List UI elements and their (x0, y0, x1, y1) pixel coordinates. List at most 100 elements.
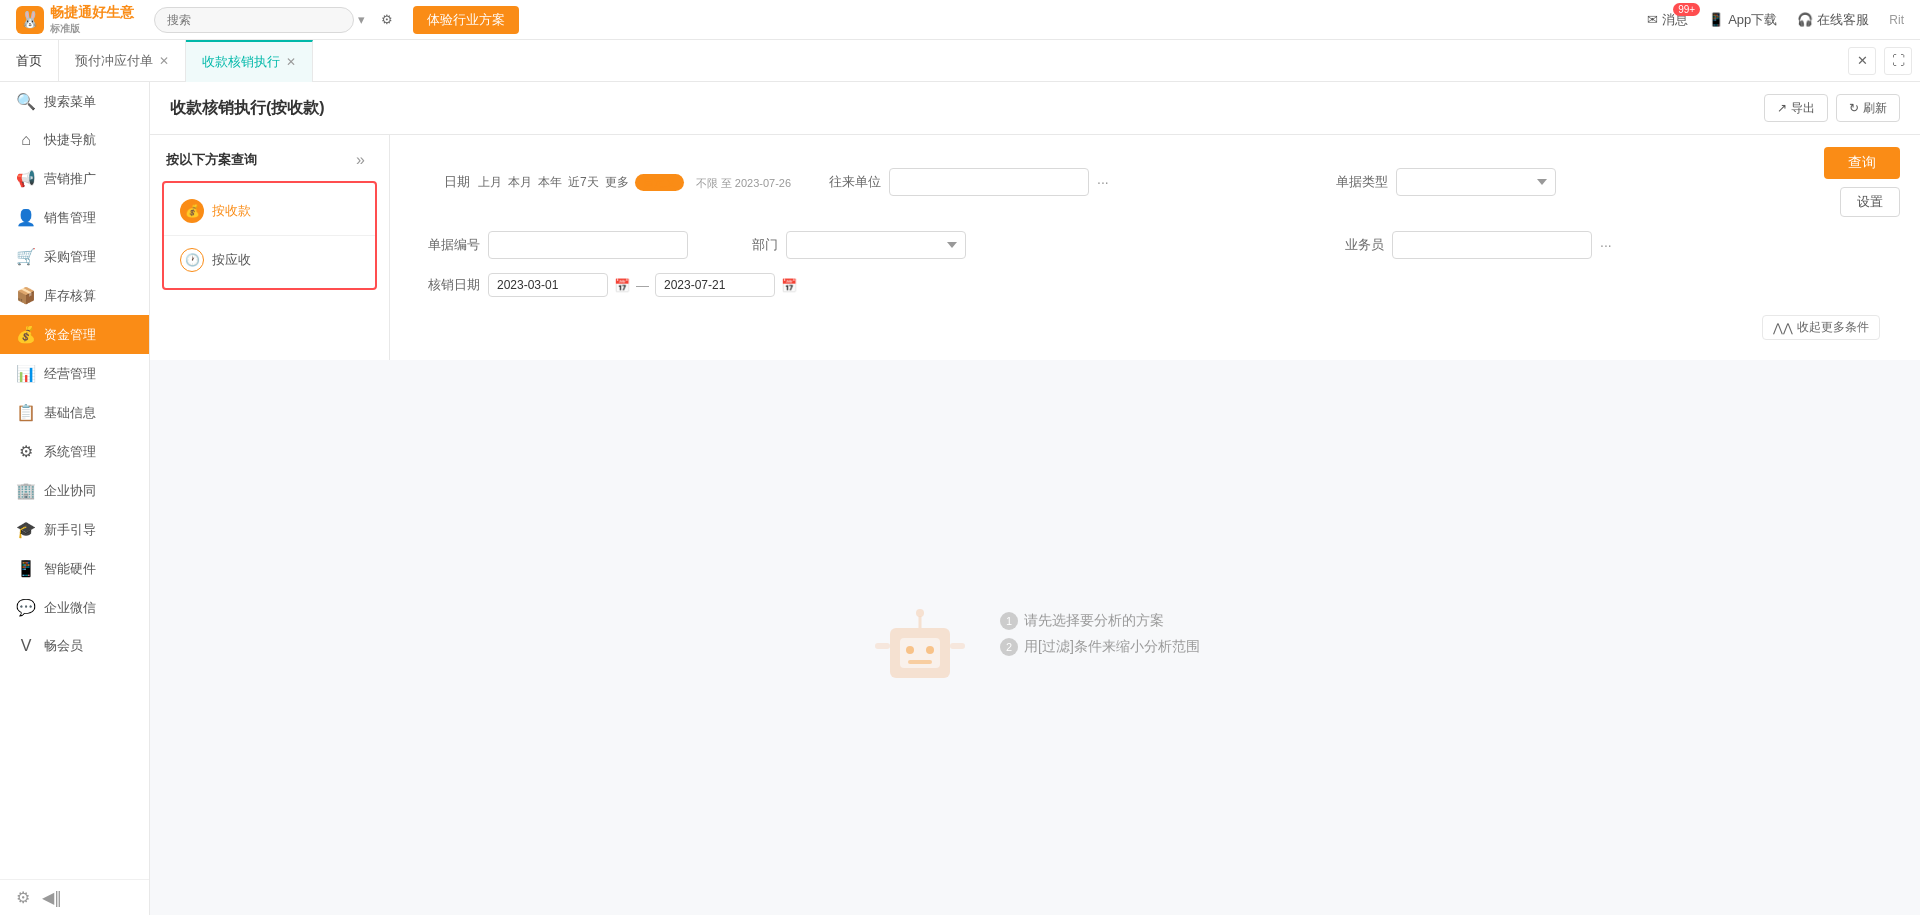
sidebar-label: 企业协同 (44, 482, 96, 500)
tab-home-label: 首页 (16, 52, 42, 70)
sidebar-collapse-icon[interactable]: ◀‖ (42, 888, 62, 907)
filter-area: 按以下方案查询 » 💰 按收款 🕐 按应收 (150, 135, 1920, 360)
vip-icon: V (16, 637, 36, 655)
department-select[interactable] (786, 231, 966, 259)
sidebar-item-enterprise[interactable]: 🏢 企业协同 (0, 471, 149, 510)
sidebar-label: 搜索菜单 (44, 93, 96, 111)
sidebar-item-basic-info[interactable]: 📋 基础信息 (0, 393, 149, 432)
filter-option-by-collection[interactable]: 💰 按收款 (164, 191, 375, 231)
voucher-no-input[interactable] (488, 231, 688, 259)
collapse-filter-btn[interactable]: » (348, 147, 373, 173)
guide-icon: 🎓 (16, 520, 36, 539)
close-icon[interactable]: ✕ (286, 55, 296, 69)
filter-option-by-receivable[interactable]: 🕐 按应收 (164, 240, 375, 280)
svg-rect-7 (875, 643, 890, 649)
expand-btn[interactable]: ⛶ (1884, 47, 1912, 75)
more-btn[interactable]: 更多 (605, 174, 629, 191)
hint2-num: 2 (1000, 638, 1018, 656)
settings-icon[interactable]: ⚙ (373, 6, 401, 34)
verify-date-start-input[interactable] (488, 273, 608, 297)
tabbar-actions: ✕ ⛶ (1848, 47, 1920, 75)
svg-point-6 (916, 609, 924, 617)
tab-prepay[interactable]: 预付冲应付单 ✕ (59, 40, 186, 82)
sidebar-label: 销售管理 (44, 209, 96, 227)
wechat-icon: 💬 (16, 598, 36, 617)
empty-illustration (870, 588, 970, 688)
message-icon: ✉ (1647, 12, 1658, 27)
search-icon: 🔍 (16, 92, 36, 111)
settings-btn[interactable]: 设置 (1840, 187, 1900, 217)
last-month-btn[interactable]: 上月 (478, 174, 502, 191)
sidebar-item-sales[interactable]: 👤 销售管理 (0, 198, 149, 237)
svg-rect-4 (908, 660, 932, 664)
sidebar-item-marketing[interactable]: 📢 营销推广 (0, 159, 149, 198)
sidebar-item-guide[interactable]: 🎓 新手引导 (0, 510, 149, 549)
calendar-icon[interactable]: 📅 (781, 278, 797, 293)
close-tab-btn[interactable]: ✕ (1848, 47, 1876, 75)
counterpart-field: 往来单位 ··· (811, 168, 1297, 196)
export-icon: ↗ (1777, 101, 1787, 115)
query-btn[interactable]: 查询 (1824, 147, 1900, 179)
close-icon[interactable]: ✕ (159, 54, 169, 68)
sidebar-item-quick-nav[interactable]: ⌂ 快捷导航 (0, 121, 149, 159)
custom-date-btn[interactable]: 自定义 (635, 174, 684, 191)
collapse-more-btn[interactable]: ⋀⋀ 收起更多条件 (1762, 315, 1880, 340)
last-7days-btn[interactable]: 近7天 (568, 174, 599, 191)
voucher-type-label: 单据类型 (1318, 173, 1388, 191)
online-service-btn[interactable]: 🎧 在线客服 (1797, 11, 1869, 29)
salesperson-label: 业务员 (1314, 236, 1384, 254)
content-header: 收款核销执行(按收款) ↗ 导出 ↻ 刷新 (150, 82, 1920, 135)
app-download-btn[interactable]: 📱 App下载 (1708, 11, 1777, 29)
voucher-type-select[interactable] (1396, 168, 1556, 196)
sidebar-item-wechat[interactable]: 💬 企业微信 (0, 588, 149, 627)
sidebar: 🔍 搜索菜单 ⌂ 快捷导航 📢 营销推广 👤 销售管理 🛒 采购管理 📦 (0, 82, 150, 915)
search-input[interactable] (154, 7, 354, 33)
this-year-btn[interactable]: 本年 (538, 174, 562, 191)
sidebar-item-finance[interactable]: 💰 资金管理 (0, 315, 149, 354)
date-note: 不限 至 2023-07-26 (696, 176, 791, 191)
this-month-btn[interactable]: 本月 (508, 174, 532, 191)
sidebar-label: 经营管理 (44, 365, 96, 383)
filter-sidebar: 按以下方案查询 » 💰 按收款 🕐 按应收 (150, 135, 390, 360)
more-icon[interactable]: ··· (1097, 174, 1109, 190)
sidebar-item-inventory[interactable]: 📦 库存核算 (0, 276, 149, 315)
brand: 🐰 畅捷通好生意 标准版 (16, 4, 134, 36)
export-label: 导出 (1791, 100, 1815, 117)
building-icon: 🏢 (16, 481, 36, 500)
industry-btn[interactable]: 体验行业方案 (413, 6, 519, 34)
date-separator: — (636, 278, 649, 293)
filter-option-label: 按应收 (212, 251, 251, 269)
hint2-text: 用[过滤]条件来缩小分析范围 (1024, 638, 1200, 656)
sidebar-settings-icon[interactable]: ⚙ (16, 888, 30, 907)
sidebar-item-member[interactable]: V 畅会员 (0, 627, 149, 665)
form-actions: 查询 设置 (1824, 147, 1900, 217)
salesperson-input[interactable] (1392, 231, 1592, 259)
empty-content: 1 请先选择要分析的方案 2 用[过滤]条件来缩小分析范围 (870, 588, 1200, 688)
tab-collection[interactable]: 收款核销执行 ✕ (186, 40, 313, 82)
sidebar-item-system[interactable]: ⚙ 系统管理 (0, 432, 149, 471)
chevron-up-icon: ⋀⋀ (1773, 321, 1793, 335)
calendar-icon[interactable]: 📅 (614, 278, 630, 293)
search-box[interactable] (154, 7, 354, 33)
tab-home[interactable]: 首页 (0, 40, 59, 82)
chevron-down-icon[interactable]: ▾ (358, 12, 365, 27)
sidebar-item-hardware[interactable]: 📱 智能硬件 (0, 549, 149, 588)
sidebar-item-purchase[interactable]: 🛒 采购管理 (0, 237, 149, 276)
topbar-right: ✉ 消息 99+ 📱 App下载 🎧 在线客服 Rit (1647, 11, 1904, 29)
messages-btn[interactable]: ✉ 消息 99+ (1647, 11, 1688, 29)
hint1-num: 1 (1000, 612, 1018, 630)
counterpart-input[interactable] (889, 168, 1089, 196)
date-label: 日期 (410, 173, 470, 191)
sidebar-label: 企业微信 (44, 599, 96, 617)
refresh-btn[interactable]: ↻ 刷新 (1836, 94, 1900, 122)
box-icon: 📦 (16, 286, 36, 305)
verify-date-end-input[interactable] (655, 273, 775, 297)
sidebar-item-operations[interactable]: 📊 经营管理 (0, 354, 149, 393)
user-menu[interactable]: Rit (1889, 13, 1904, 27)
department-field: 部门 (708, 231, 1294, 259)
clipboard-icon: 📋 (16, 403, 36, 422)
export-btn[interactable]: ↗ 导出 (1764, 94, 1828, 122)
sidebar-item-search-menu[interactable]: 🔍 搜索菜单 (0, 82, 149, 121)
more-icon[interactable]: ··· (1600, 237, 1612, 253)
sidebar-label: 智能硬件 (44, 560, 96, 578)
